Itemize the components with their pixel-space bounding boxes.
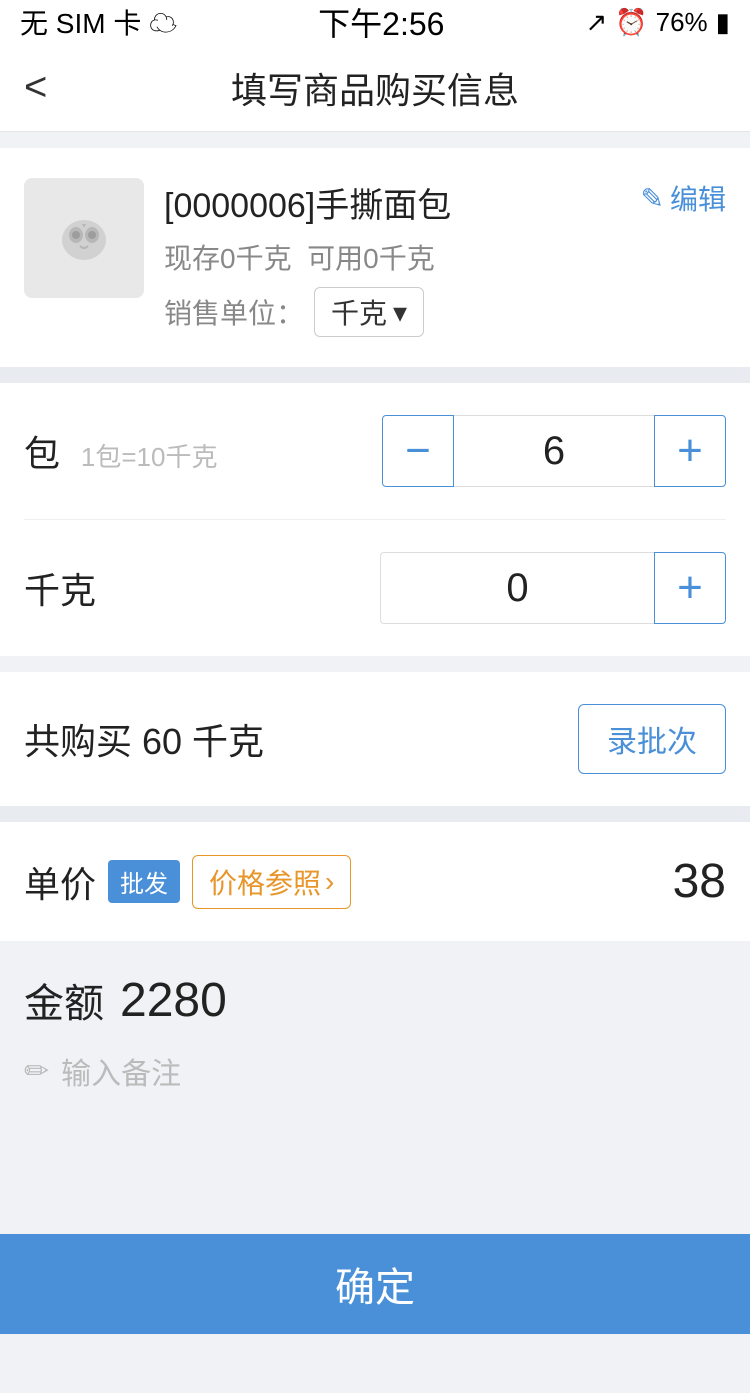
- edit-label: 编辑: [670, 178, 726, 218]
- package-label-group: 包 1包=10千克: [24, 425, 217, 477]
- amount-value: 2280: [120, 973, 227, 1028]
- unit-label: 销售单位：: [164, 292, 304, 332]
- unit-value: 千克: [331, 292, 387, 332]
- kg-label: 千克: [24, 570, 96, 611]
- back-button[interactable]: <: [24, 65, 47, 110]
- product-unit-row: 销售单位： 千克 ▾: [164, 287, 726, 337]
- price-label: 单价: [24, 856, 96, 908]
- product-stock: 现存0千克 可用0千克: [164, 237, 726, 277]
- price-ref-button[interactable]: 价格参照 ›: [192, 855, 351, 909]
- status-bar: 无 SIM 卡 ☁ 下午2:56 ↗ ⏰ 76% ▮: [0, 0, 750, 44]
- summary-text: 共购买 60 千克: [24, 713, 264, 765]
- product-image: [24, 178, 144, 298]
- edit-button[interactable]: ✎ 编辑: [641, 178, 726, 218]
- unit-chevron-icon: ▾: [393, 296, 407, 329]
- nav-bar: < 填写商品购买信息: [0, 44, 750, 132]
- kg-row: 千克 +: [24, 520, 726, 656]
- input-section: 包 1包=10千克 − + 千克 +: [0, 383, 750, 656]
- price-label-group: 单价 批发 价格参照 ›: [24, 855, 351, 909]
- product-card: [0000006]手撕面包 现存0千克 可用0千克 销售单位： 千克 ▾ ✎ 编…: [0, 148, 750, 367]
- amount-label: 金额: [24, 971, 104, 1029]
- package-minus-button[interactable]: −: [382, 415, 454, 487]
- kg-plus-button[interactable]: +: [654, 552, 726, 624]
- divider-2: [0, 806, 750, 822]
- package-qty-control: − +: [382, 415, 726, 487]
- signal-text: 无 SIM 卡 ☁: [20, 2, 177, 42]
- edit-icon: ✎: [641, 182, 664, 215]
- amount-row: 金额 2280: [24, 971, 726, 1029]
- package-label: 包: [24, 433, 60, 474]
- page-title: 填写商品购买信息: [231, 62, 519, 114]
- battery-icon: ▮: [716, 7, 730, 38]
- product-logo-icon: [54, 208, 114, 268]
- battery-text: 76%: [656, 7, 708, 38]
- price-value: 38: [673, 854, 726, 909]
- summary-section: 共购买 60 千克 录批次: [0, 672, 750, 806]
- note-row[interactable]: ✏ 输入备注: [24, 1049, 726, 1093]
- kg-label-group: 千克: [24, 562, 96, 614]
- unit-select[interactable]: 千克 ▾: [314, 287, 424, 337]
- alarm-icon: ⏰: [615, 7, 647, 38]
- kg-qty-control: +: [380, 552, 726, 624]
- status-bar-right: ↗ ⏰ 76% ▮: [585, 7, 730, 38]
- note-icon: ✏: [24, 1054, 49, 1089]
- confirm-label: 确定: [335, 1255, 415, 1313]
- divider-1: [0, 367, 750, 383]
- confirm-button[interactable]: 确定: [0, 1234, 750, 1334]
- package-sublabel: 1包=10千克: [81, 442, 218, 472]
- kg-input[interactable]: [380, 552, 654, 624]
- package-plus-button[interactable]: +: [654, 415, 726, 487]
- status-bar-left: 无 SIM 卡 ☁: [20, 2, 177, 42]
- price-tag: 批发: [108, 860, 180, 903]
- price-ref-chevron-icon: ›: [325, 866, 334, 898]
- location-icon: ↗: [585, 7, 607, 38]
- batch-button[interactable]: 录批次: [578, 704, 726, 774]
- price-ref-label: 价格参照: [209, 862, 321, 902]
- note-placeholder: 输入备注: [61, 1049, 181, 1093]
- status-bar-time: 下午2:56: [318, 0, 444, 45]
- package-row: 包 1包=10千克 − +: [24, 383, 726, 520]
- price-row: 单价 批发 价格参照 › 38: [0, 822, 750, 941]
- amount-section: 金额 2280 ✏ 输入备注: [0, 941, 750, 1113]
- package-input[interactable]: [454, 415, 654, 487]
